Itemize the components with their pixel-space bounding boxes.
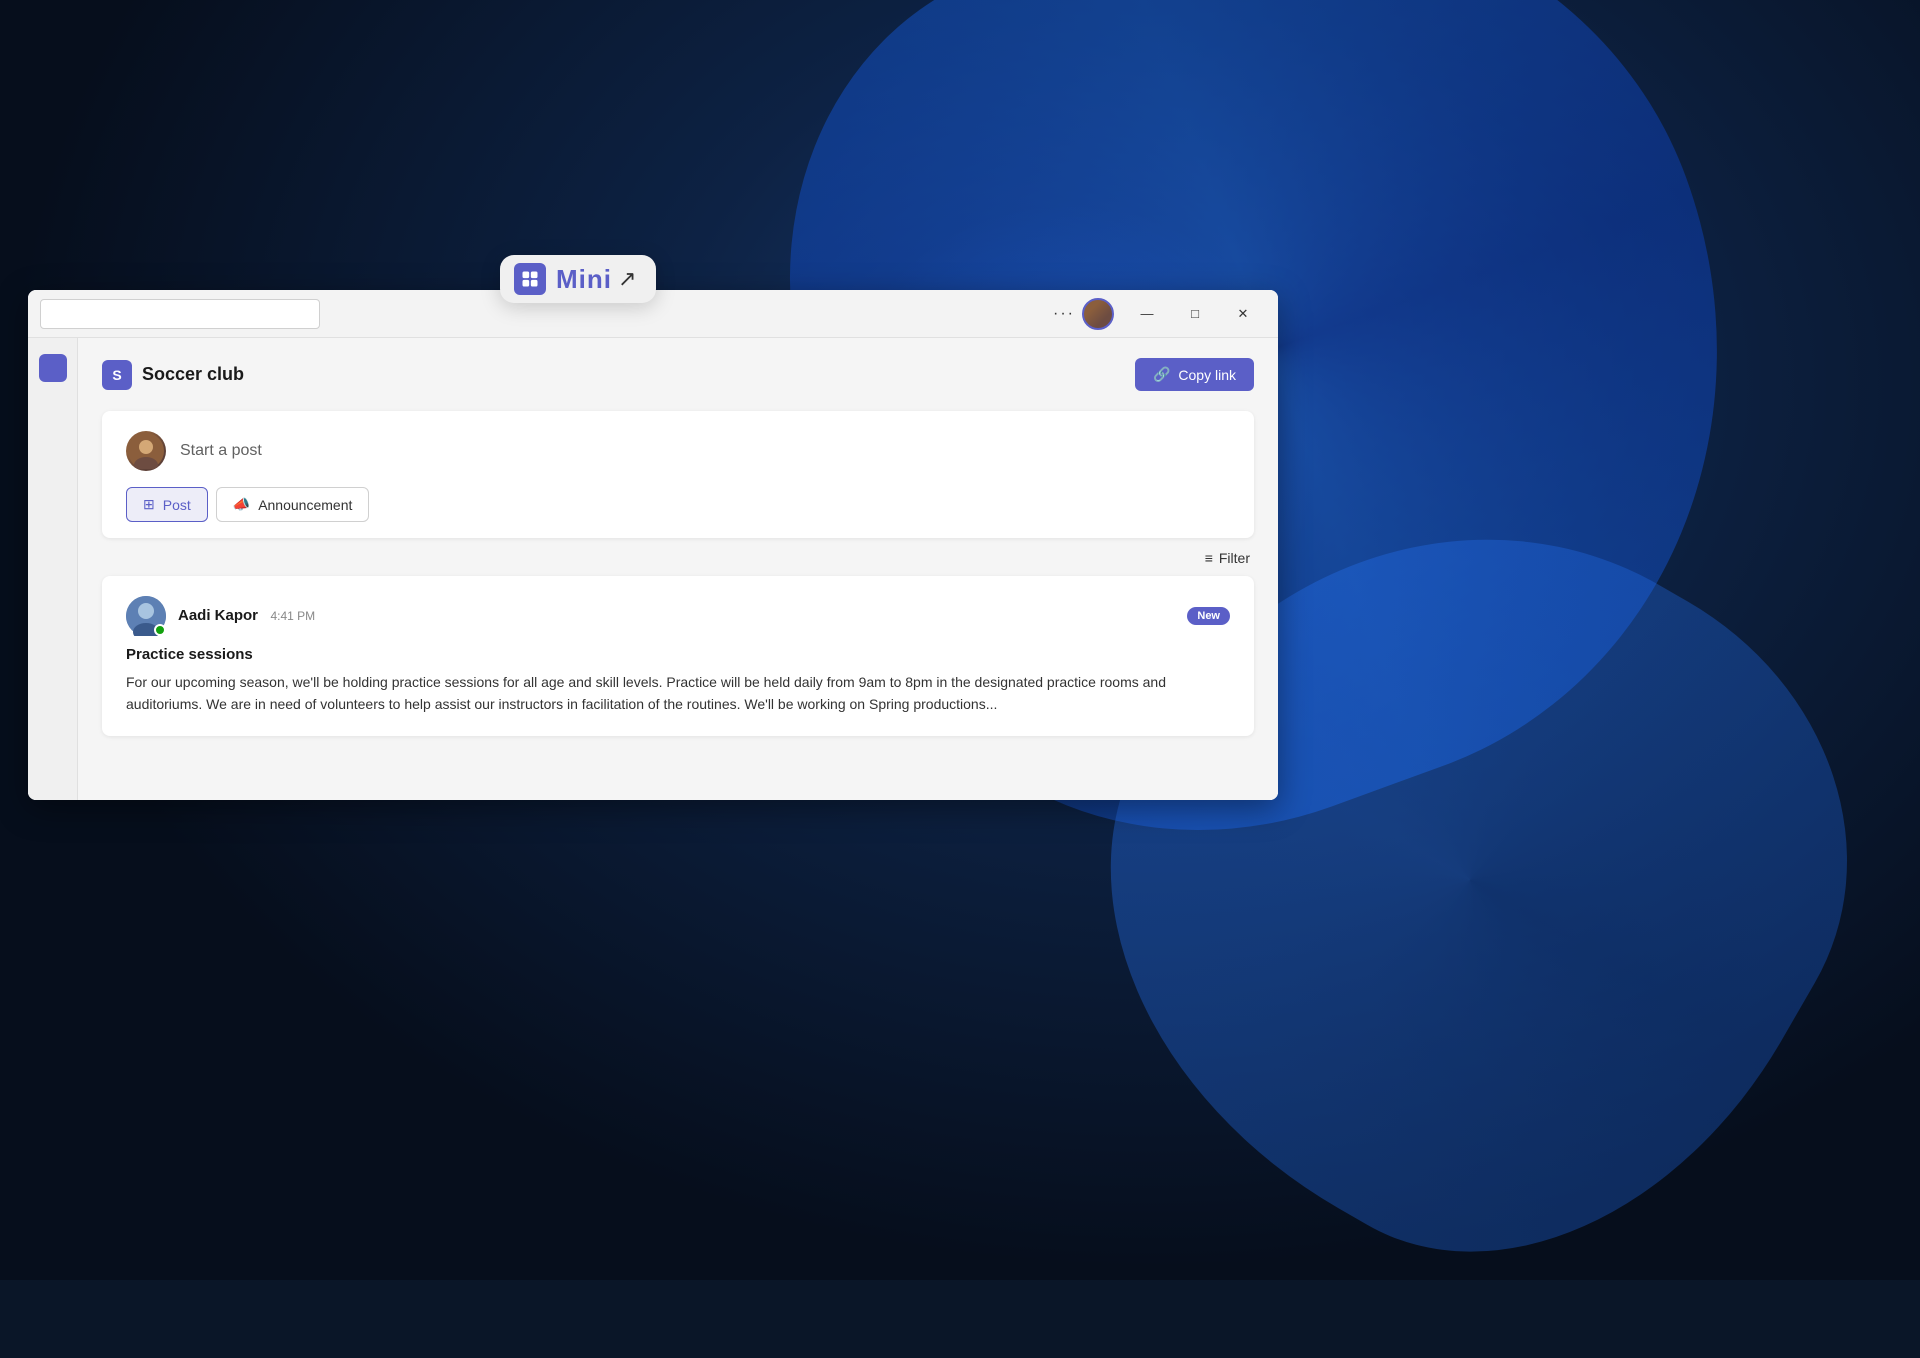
more-options-button[interactable]: ··· bbox=[1048, 298, 1080, 330]
composer-input-row: Start a post bbox=[126, 431, 1230, 471]
user-avatar-button[interactable] bbox=[1082, 298, 1114, 330]
post-composer: Start a post ⊞ Post 📣 Announcement bbox=[102, 411, 1254, 538]
online-indicator bbox=[154, 624, 166, 636]
minimize-button[interactable]: — bbox=[1124, 298, 1170, 330]
filter-label: Filter bbox=[1219, 550, 1250, 566]
post-author-name: Aadi Kapor bbox=[178, 607, 258, 624]
composer-actions: ⊞ Post 📣 Announcement bbox=[126, 487, 1230, 522]
maximize-button[interactable]: □ bbox=[1172, 298, 1218, 330]
filter-button[interactable]: ≡ Filter bbox=[1205, 550, 1250, 566]
window-controls: ··· — □ ✕ bbox=[1048, 298, 1266, 330]
post-button[interactable]: ⊞ Post bbox=[126, 487, 208, 522]
channel-icon-letter: S bbox=[112, 367, 121, 383]
mini-app-icon bbox=[514, 263, 546, 295]
channel-title: Soccer club bbox=[142, 364, 244, 385]
post-author-avatar bbox=[126, 596, 166, 636]
post-author-row: Aadi Kapor 4:41 PM bbox=[126, 596, 315, 636]
cursor-icon: ↗ bbox=[618, 266, 636, 292]
app-window: ··· — □ ✕ S bbox=[28, 290, 1278, 800]
sidebar-icon bbox=[39, 354, 67, 382]
sidebar bbox=[28, 338, 78, 800]
avatar-image bbox=[128, 433, 164, 469]
channel-icon: S bbox=[102, 360, 132, 390]
channel-header: S Soccer club 🔗 Copy link bbox=[102, 354, 1254, 395]
new-badge: New bbox=[1187, 607, 1230, 625]
announcement-label: Announcement bbox=[258, 497, 352, 513]
post-card[interactable]: Aadi Kapor 4:41 PM New Practice sessions… bbox=[102, 576, 1254, 736]
post-title: Practice sessions bbox=[126, 646, 1230, 663]
post-icon: ⊞ bbox=[143, 496, 155, 513]
post-header: Aadi Kapor 4:41 PM New bbox=[126, 596, 1230, 636]
copy-link-label: Copy link bbox=[1178, 367, 1236, 383]
post-time: 4:41 PM bbox=[270, 609, 315, 623]
channel-title-group: S Soccer club bbox=[102, 360, 244, 390]
close-button[interactable]: ✕ bbox=[1220, 298, 1266, 330]
search-box[interactable] bbox=[40, 299, 320, 329]
teams-icon-svg bbox=[520, 269, 540, 289]
announcement-button[interactable]: 📣 Announcement bbox=[216, 487, 370, 522]
current-user-avatar bbox=[126, 431, 166, 471]
filter-row: ≡ Filter bbox=[102, 550, 1254, 566]
copy-link-icon: 🔗 bbox=[1153, 366, 1170, 383]
mini-label: Mini bbox=[556, 264, 612, 295]
content-area: S Soccer club 🔗 Copy link bbox=[28, 338, 1278, 800]
avatar-face bbox=[126, 431, 166, 471]
close-icon: ✕ bbox=[1238, 306, 1249, 322]
dots-label: ··· bbox=[1053, 305, 1075, 323]
main-feed: S Soccer club 🔗 Copy link bbox=[78, 338, 1278, 800]
filter-icon: ≡ bbox=[1205, 550, 1213, 566]
post-label: Post bbox=[163, 497, 191, 513]
copy-link-button[interactable]: 🔗 Copy link bbox=[1135, 358, 1254, 391]
post-body: For our upcoming season, we'll be holdin… bbox=[126, 671, 1230, 716]
post-meta: Aadi Kapor 4:41 PM bbox=[178, 607, 315, 625]
mini-badge-popup: Mini ↗ bbox=[500, 255, 656, 303]
announcement-icon: 📣 bbox=[233, 496, 250, 513]
maximize-icon: □ bbox=[1191, 306, 1199, 321]
start-post-input[interactable]: Start a post bbox=[180, 442, 1230, 460]
minimize-icon: — bbox=[1141, 306, 1154, 321]
